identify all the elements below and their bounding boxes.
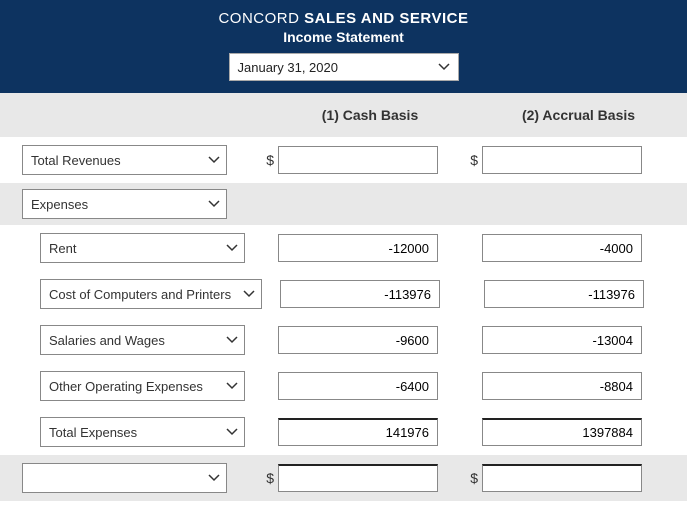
chevron-down-icon: [226, 426, 238, 438]
select-label: Total Expenses: [49, 425, 137, 440]
select-salaries[interactable]: Salaries and Wages: [40, 325, 245, 355]
input-salaries-cash[interactable]: [278, 326, 438, 354]
company-name: CONCORD SALES AND SERVICE: [0, 10, 687, 27]
row-final: $ $: [0, 455, 687, 501]
row-expenses-header: Expenses: [0, 183, 687, 225]
select-label: Cost of Computers and Printers: [49, 287, 231, 302]
input-computers-cash[interactable]: [280, 280, 440, 308]
input-other-cash[interactable]: [278, 372, 438, 400]
input-other-accrual[interactable]: [482, 372, 642, 400]
statement-title: Income Statement: [0, 29, 687, 45]
input-final-cash[interactable]: [278, 464, 438, 492]
select-computers[interactable]: Cost of Computers and Printers: [40, 279, 262, 309]
input-computers-accrual[interactable]: [484, 280, 644, 308]
input-rent-cash[interactable]: [278, 234, 438, 262]
row-salaries: Salaries and Wages: [0, 317, 687, 363]
currency-symbol: $: [464, 152, 482, 168]
input-total-expenses-cash[interactable]: [278, 418, 438, 446]
select-label: Other Operating Expenses: [49, 379, 203, 394]
date-select-value: January 31, 2020: [238, 60, 338, 75]
input-total-revenues-accrual[interactable]: [482, 146, 642, 174]
select-rent[interactable]: Rent: [40, 233, 245, 263]
chevron-down-icon: [208, 198, 220, 210]
input-total-revenues-cash[interactable]: [278, 146, 438, 174]
chevron-down-icon: [226, 380, 238, 392]
column-header-accrual: (2) Accrual Basis: [470, 107, 687, 123]
select-label: Expenses: [31, 197, 88, 212]
column-headers: (1) Cash Basis (2) Accrual Basis: [0, 93, 687, 137]
select-label: Salaries and Wages: [49, 333, 165, 348]
select-total-revenues[interactable]: Total Revenues: [22, 145, 227, 175]
chevron-down-icon: [243, 288, 255, 300]
row-total-expenses: Total Expenses: [0, 409, 687, 455]
row-other-expenses: Other Operating Expenses: [0, 363, 687, 409]
select-expenses[interactable]: Expenses: [22, 189, 227, 219]
row-total-revenues: Total Revenues $ $: [0, 137, 687, 183]
company-name-bold: SALES AND SERVICE: [304, 10, 468, 27]
row-rent: Rent: [0, 225, 687, 271]
select-label: Total Revenues: [31, 153, 121, 168]
select-label: Rent: [49, 241, 76, 256]
input-salaries-accrual[interactable]: [482, 326, 642, 354]
date-select[interactable]: January 31, 2020: [229, 53, 459, 81]
currency-symbol: $: [260, 470, 278, 486]
chevron-down-icon: [208, 472, 220, 484]
chevron-down-icon: [438, 61, 450, 73]
income-statement: CONCORD SALES AND SERVICE Income Stateme…: [0, 0, 687, 501]
select-other-expenses[interactable]: Other Operating Expenses: [40, 371, 245, 401]
column-header-cash: (1) Cash Basis: [270, 107, 470, 123]
currency-symbol: $: [464, 470, 482, 486]
select-final[interactable]: [22, 463, 227, 493]
chevron-down-icon: [226, 334, 238, 346]
header-banner: CONCORD SALES AND SERVICE Income Stateme…: [0, 0, 687, 93]
chevron-down-icon: [208, 154, 220, 166]
input-total-expenses-accrual[interactable]: [482, 418, 642, 446]
currency-symbol: $: [260, 152, 278, 168]
company-name-prefix: CONCORD: [218, 10, 304, 27]
chevron-down-icon: [226, 242, 238, 254]
input-rent-accrual[interactable]: [482, 234, 642, 262]
row-computers: Cost of Computers and Printers: [0, 271, 687, 317]
select-total-expenses[interactable]: Total Expenses: [40, 417, 245, 447]
input-final-accrual[interactable]: [482, 464, 642, 492]
